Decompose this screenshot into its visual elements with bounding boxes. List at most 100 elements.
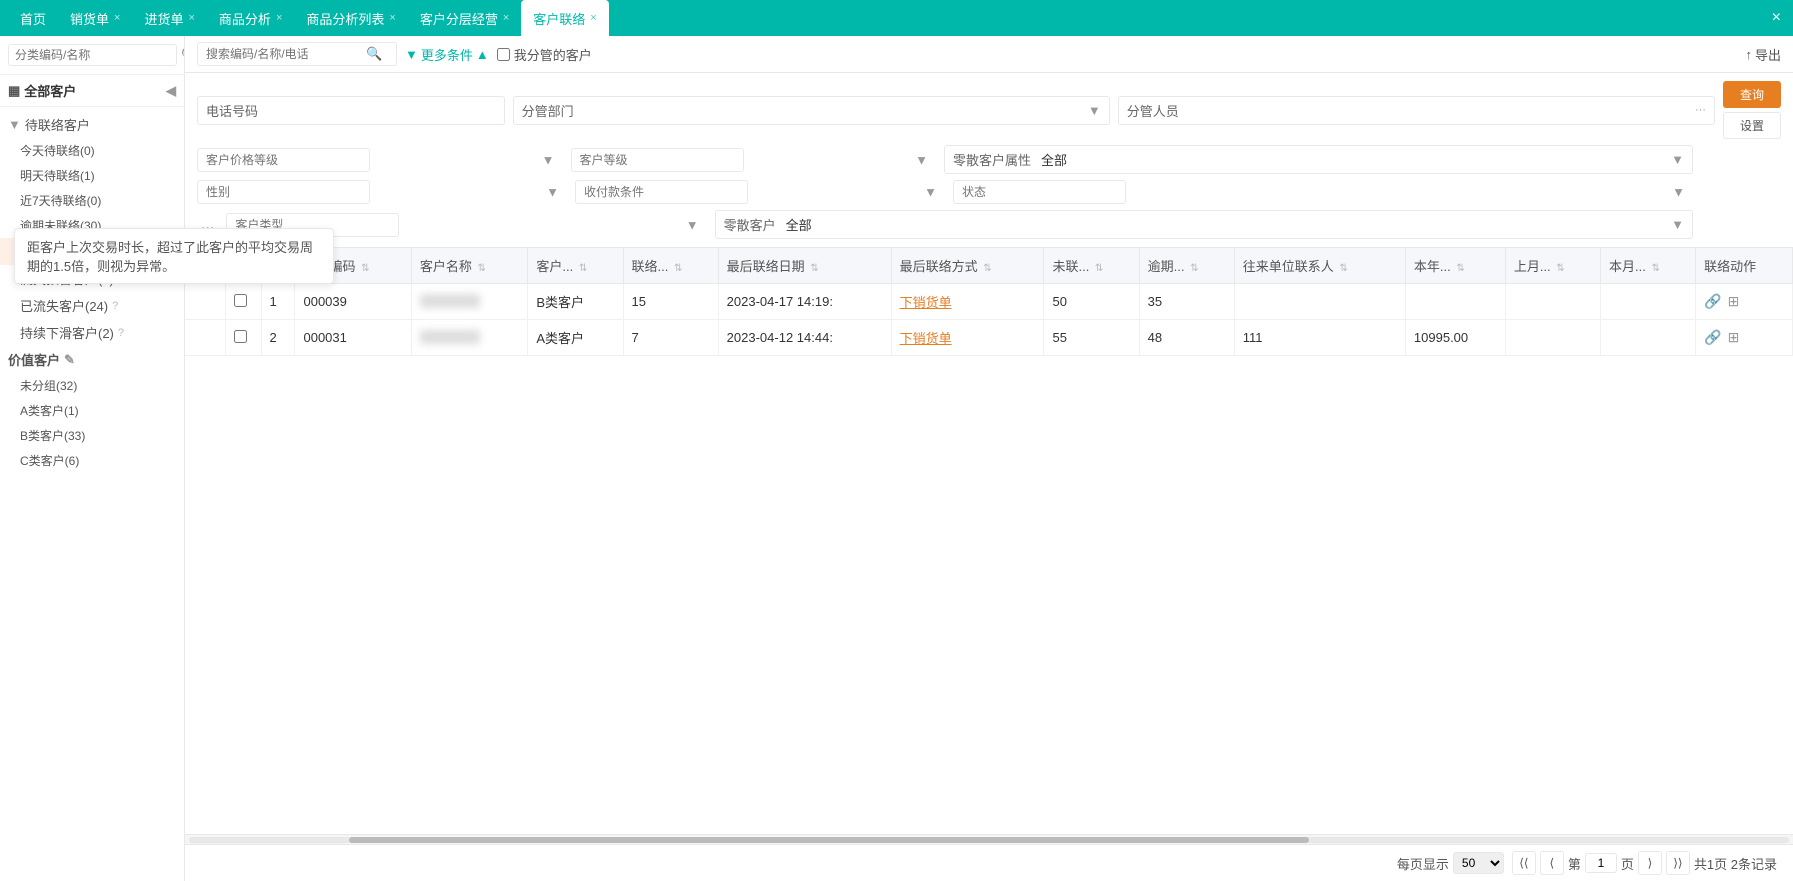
td-last-method: 下销货单 — [891, 284, 1044, 320]
collapse-sidebar-icon[interactable]: ◀ — [166, 83, 176, 99]
next-page-btn[interactable]: ⟩ — [1638, 851, 1662, 875]
sidebar-item-tomorrow[interactable]: 明天待联络(1) — [0, 163, 184, 188]
action-link-icon-1[interactable]: 🔗 — [1704, 329, 1721, 346]
sort-name-icon: ⇅ — [478, 263, 486, 274]
my-customers-checkbox[interactable] — [497, 48, 510, 61]
sidebar-item-type-a[interactable]: A类客户(1) — [0, 398, 184, 423]
td-this-month — [1600, 320, 1695, 356]
dept-field[interactable]: 分管部门 ▼ — [513, 96, 1110, 125]
payment-chevron-icon: ▼ — [924, 185, 937, 200]
th-type[interactable]: 客户... ⇅ — [528, 248, 623, 284]
td-unreached: 55 — [1044, 320, 1139, 356]
category-search-input[interactable] — [8, 44, 177, 66]
export-button[interactable]: ↑ 导出 — [1745, 45, 1781, 64]
customer-name-blurred — [420, 330, 480, 344]
retail-attr-chevron-icon: ▼ — [1671, 152, 1684, 167]
th-unreached[interactable]: 未联... ⇅ — [1044, 248, 1139, 284]
row-checkbox-1[interactable] — [234, 330, 247, 343]
pagination-area: ⟨⟨ ⟨ 第 页 ⟩ ⟩⟩ 共1页 2条记录 — [1512, 851, 1777, 875]
page-number-input[interactable] — [1585, 853, 1617, 873]
sort-method-icon: ⇅ — [983, 263, 991, 274]
close-product-list-icon[interactable]: × — [389, 12, 395, 24]
dept-chevron-icon: ▼ — [1088, 103, 1101, 118]
tab-home[interactable]: 首页 — [8, 0, 58, 36]
last-contact-link[interactable]: 下销货单 — [900, 295, 952, 310]
sidebar-item-type-c[interactable]: C类客户(6) — [0, 448, 184, 473]
settings-button[interactable]: 设置 — [1723, 112, 1781, 139]
search-input[interactable] — [206, 47, 366, 61]
first-page-btn[interactable]: ⟨⟨ — [1512, 851, 1536, 875]
pending-contact-group: ▼ 待联络客户 今天待联络(0) 明天待联络(1) 近7天待联络(0) 逾期未联… — [0, 111, 184, 238]
pending-contact-header[interactable]: ▼ 待联络客户 — [0, 111, 184, 138]
row-checkbox-0[interactable] — [234, 294, 247, 307]
last-contact-link[interactable]: 下销货单 — [900, 331, 952, 346]
tab-customer-contact[interactable]: 客户联络 × — [521, 0, 608, 36]
close-segment-icon[interactable]: × — [503, 12, 509, 24]
retail-attr-field[interactable]: 零散客户属性 全部 ▼ — [944, 145, 1693, 174]
th-last-contact-date[interactable]: 最后联络日期 ⇅ — [718, 248, 891, 284]
last-page-btn[interactable]: ⟩⟩ — [1666, 851, 1690, 875]
tab-customer-segment[interactable]: 客户分层经营 × — [408, 0, 521, 36]
gender-input[interactable] — [197, 180, 370, 204]
sidebar-item-today[interactable]: 今天待联络(0) — [0, 138, 184, 163]
th-action: 联络动作 — [1696, 248, 1793, 284]
th-this-month[interactable]: 本月... ⇅ — [1600, 248, 1695, 284]
action-grid-icon-1[interactable]: ⊞ — [1728, 329, 1740, 346]
manager-field[interactable]: 分管人员 ··· — [1118, 96, 1715, 125]
data-table-wrapper: ⚙ 客户编码 ⇅ 客户名称 ⇅ 客户... ⇅ 联络... ⇅ 最后联络日期 ⇅… — [185, 248, 1793, 834]
td-gear — [185, 320, 225, 356]
tab-sales-order[interactable]: 销货单 × — [58, 0, 132, 36]
td-checkbox — [225, 320, 261, 356]
sidebar-item-churned[interactable]: 已流失客户(24) ? — [0, 292, 184, 319]
price-grade-input[interactable] — [197, 148, 370, 172]
sidebar-item-type-b[interactable]: B类客户(33) — [0, 423, 184, 448]
all-customers-header[interactable]: ▦ 全部客户 ◀ — [0, 75, 184, 107]
sidebar: 🔍 ▦ 全部客户 ◀ ▼ 待联络客户 今天待联络(0) 明天待联络(1) 近7天… — [0, 36, 185, 881]
th-overdue[interactable]: 逾期... ⇅ — [1139, 248, 1234, 284]
page-size-select[interactable]: 50 100 200 — [1453, 852, 1504, 874]
chevron-up-icon: ▲ — [476, 47, 489, 62]
query-button[interactable]: 查询 — [1723, 81, 1781, 108]
action-grid-icon-0[interactable]: ⊞ — [1728, 293, 1740, 310]
status-input[interactable] — [953, 180, 1126, 204]
horizontal-scrollbar[interactable] — [185, 834, 1793, 844]
close-all-tabs-icon[interactable]: × — [1772, 9, 1781, 27]
close-sales-order-icon[interactable]: × — [114, 12, 120, 24]
td-index: 1 — [261, 284, 295, 320]
close-contact-icon[interactable]: × — [590, 12, 596, 24]
help-icon-3: ? — [112, 300, 118, 312]
close-product-analysis-icon[interactable]: × — [276, 12, 282, 24]
td-unit-contact: 111 — [1234, 320, 1405, 356]
td-last-date: 2023-04-17 14:19: — [718, 284, 891, 320]
more-conditions-btn[interactable]: ▼ 更多条件 ▲ — [405, 45, 489, 64]
sidebar-item-declining[interactable]: 持续下滑客户(2) ? — [0, 319, 184, 346]
advanced-filter-panel: 电话号码 分管部门 ▼ 分管人员 ··· 查询 设置 — [185, 73, 1793, 248]
th-name[interactable]: 客户名称 ⇅ — [411, 248, 527, 284]
customer-grade-input[interactable] — [571, 148, 744, 172]
prev-page-btn[interactable]: ⟨ — [1540, 851, 1564, 875]
tab-product-analysis-list[interactable]: 商品分析列表 × — [294, 0, 407, 36]
dept-label: 分管部门 — [522, 101, 574, 120]
payment-input[interactable] — [575, 180, 748, 204]
th-contact[interactable]: 联络... ⇅ — [623, 248, 718, 284]
tab-product-analysis[interactable]: 商品分析 × — [207, 0, 294, 36]
sort-type-icon: ⇅ — [579, 263, 587, 274]
phone-field[interactable]: 电话号码 — [197, 96, 505, 125]
td-action: 🔗 ⊞ — [1696, 320, 1793, 356]
retail-customer-field[interactable]: 零散客户 全部 ▼ — [715, 210, 1693, 239]
th-last-month[interactable]: 上月... ⇅ — [1505, 248, 1600, 284]
th-last-contact-method[interactable]: 最后联络方式 ⇅ — [891, 248, 1044, 284]
content-area: 🔍 ▼ 更多条件 ▲ 我分管的客户 ↑ 导出 电话号码 — [185, 36, 1793, 881]
edit-value-icon[interactable]: ✎ — [64, 352, 75, 368]
close-purchase-icon[interactable]: × — [188, 12, 194, 24]
sidebar-item-ungrouped[interactable]: 未分组(32) — [0, 373, 184, 398]
filter-search-icon[interactable]: 🔍 — [366, 46, 382, 62]
action-link-icon-0[interactable]: 🔗 — [1704, 293, 1721, 310]
filter-row-4: ... ▼ 零散客户 全部 ▼ — [197, 210, 1781, 239]
td-action: 🔗 ⊞ — [1696, 284, 1793, 320]
sidebar-item-7days[interactable]: 近7天待联络(0) — [0, 188, 184, 213]
help-icon-4: ? — [118, 327, 124, 339]
th-this-year[interactable]: 本年... ⇅ — [1405, 248, 1505, 284]
th-unit-contact[interactable]: 往来单位联系人 ⇅ — [1234, 248, 1405, 284]
tab-purchase-order[interactable]: 进货单 × — [132, 0, 206, 36]
